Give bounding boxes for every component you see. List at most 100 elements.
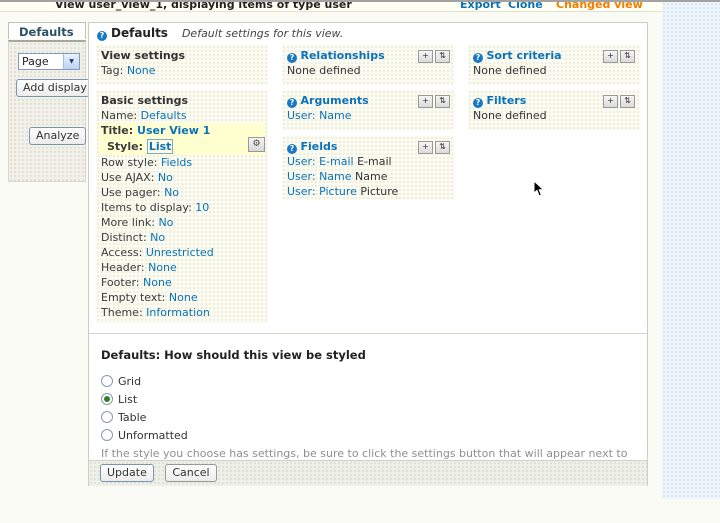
tag-row: Tag: None [101, 63, 263, 78]
radio-button[interactable] [101, 411, 113, 423]
tab-defaults[interactable]: Defaults [8, 22, 86, 39]
setting-label: More link: [101, 216, 155, 229]
style-option-unformatted[interactable]: Unformatted [101, 429, 188, 445]
setting-value-link[interactable]: No [164, 186, 179, 199]
field-link[interactable]: User: Name [287, 170, 352, 183]
add-icon[interactable]: + [603, 95, 618, 108]
form-divider [89, 333, 647, 334]
setting-value-link[interactable]: Information [146, 306, 210, 319]
style-settings-gear-icon[interactable]: ⚙ [248, 137, 265, 152]
help-icon[interactable]: ? [473, 98, 483, 108]
display-type-select[interactable]: Page ▼ [18, 53, 80, 70]
setting-label: Header: [101, 261, 145, 274]
view-settings-title: View settings [101, 49, 263, 63]
field-label-text: Picture [360, 185, 398, 198]
cancel-button[interactable]: Cancel [165, 464, 216, 482]
style-option-list[interactable]: List [101, 393, 137, 409]
setting-value-link[interactable]: None [143, 276, 172, 289]
sort-criteria-title-link[interactable]: Sort criteria [487, 49, 562, 62]
setting-value-link[interactable]: None [169, 291, 198, 304]
display-description: Default settings for this view. [182, 27, 343, 40]
setting-label: Use AJAX: [101, 171, 154, 184]
display-sidebar: Page ▼ Add display Analyze [8, 40, 86, 182]
add-icon[interactable]: + [418, 50, 433, 63]
setting-row: Footer: None [101, 275, 263, 290]
style-option-table[interactable]: Table [101, 411, 146, 427]
setting-label: Row style: [101, 156, 157, 169]
setting-label: Distinct: [101, 231, 147, 244]
field-item: User: Picture Picture [287, 184, 450, 199]
clone-link[interactable]: Clone [508, 2, 543, 11]
help-icon[interactable]: ? [287, 144, 297, 154]
field-item: User: E-mail E-mail [287, 154, 450, 169]
fields-box: +⇅ ? Fields User: E-mail E-mail User: Na… [282, 136, 455, 200]
setting-value-link[interactable]: No [158, 216, 173, 229]
arguments-title-link[interactable]: Arguments [301, 94, 369, 107]
field-link[interactable]: User: E-mail [287, 155, 354, 168]
add-icon[interactable]: + [603, 50, 618, 63]
update-button[interactable]: Update [100, 464, 154, 482]
setting-value-link[interactable]: None [148, 261, 177, 274]
changed-view-link[interactable]: Changed view [556, 2, 643, 11]
rearrange-icon[interactable]: ⇅ [435, 141, 450, 154]
argument-item: User: Name [287, 108, 450, 123]
box-ops: +⇅ [416, 141, 450, 154]
background-pattern [662, 2, 720, 499]
add-icon[interactable]: + [418, 95, 433, 108]
help-icon[interactable]: ? [287, 53, 297, 63]
filters-title-link[interactable]: Filters [487, 94, 527, 107]
help-icon[interactable]: ? [97, 31, 107, 41]
rearrange-icon[interactable]: ⇅ [620, 50, 635, 63]
rearrange-icon[interactable]: ⇅ [435, 50, 450, 63]
argument-link[interactable]: User: Name [287, 109, 352, 122]
radio-label[interactable]: List [118, 393, 137, 406]
chevron-down-icon[interactable]: ▼ [63, 54, 79, 69]
rearrange-icon[interactable]: ⇅ [435, 95, 450, 108]
setting-value-link[interactable]: List [147, 139, 174, 154]
setting-value-link[interactable]: Unrestricted [146, 246, 214, 259]
relationships-title-link[interactable]: Relationships [301, 49, 385, 62]
add-icon[interactable]: + [418, 141, 433, 154]
radio-button[interactable] [101, 393, 113, 405]
relationships-box: +⇅ ? Relationships None defined [282, 45, 455, 85]
fields-title-link[interactable]: Fields [301, 140, 338, 153]
setting-row-style: Style: List [99, 139, 265, 155]
setting-value-link[interactable]: Fields [161, 156, 192, 169]
setting-label: Empty text: [101, 291, 165, 304]
radio-button[interactable] [101, 375, 113, 387]
basic-settings-box: Basic settings Name: Defaults Title: Use… [96, 90, 268, 323]
tag-value-link[interactable]: None [127, 64, 156, 77]
setting-value-link[interactable]: 10 [195, 201, 209, 214]
help-icon[interactable]: ? [287, 98, 297, 108]
box-ops: +⇅ [601, 95, 635, 108]
views-edit-page: View user_view_1, displaying items of ty… [0, 0, 720, 523]
setting-value-link[interactable]: No [158, 171, 173, 184]
setting-value-link[interactable]: User View 1 [137, 124, 210, 137]
radio-label[interactable]: Unformatted [118, 429, 188, 442]
sort-criteria-box: +⇅ ? Sort criteria None defined [468, 45, 640, 85]
export-link[interactable]: Export [460, 2, 501, 11]
radio-button[interactable] [101, 429, 113, 441]
field-label-text: Name [355, 170, 387, 183]
setting-row: Name: Defaults [101, 108, 263, 123]
setting-value-link[interactable]: No [150, 231, 165, 244]
form-button-bar: Update Cancel [89, 460, 647, 486]
setting-label: Style: [107, 140, 143, 153]
add-display-button[interactable]: Add display [16, 79, 94, 97]
box-ops: +⇅ [416, 95, 450, 108]
setting-row: Theme: Information [101, 305, 263, 320]
help-icon[interactable]: ? [473, 53, 483, 63]
rearrange-icon[interactable]: ⇅ [620, 95, 635, 108]
view-title-bar: View user_view_1, displaying items of ty… [0, 2, 662, 12]
radio-label[interactable]: Table [118, 411, 146, 424]
style-option-grid[interactable]: Grid [101, 375, 141, 391]
field-link[interactable]: User: Picture [287, 185, 357, 198]
analyze-button[interactable]: Analyze [29, 127, 86, 145]
style-form-heading: Defaults: How should this view be styled [101, 348, 366, 362]
setting-row-title: Title: User View 1 [99, 123, 265, 139]
field-item: User: Name Name [287, 169, 450, 184]
setting-value-link[interactable]: Defaults [141, 109, 187, 122]
setting-label: Name: [101, 109, 137, 122]
radio-label[interactable]: Grid [118, 375, 141, 388]
view-title: View user_view_1, displaying items of ty… [55, 2, 352, 11]
